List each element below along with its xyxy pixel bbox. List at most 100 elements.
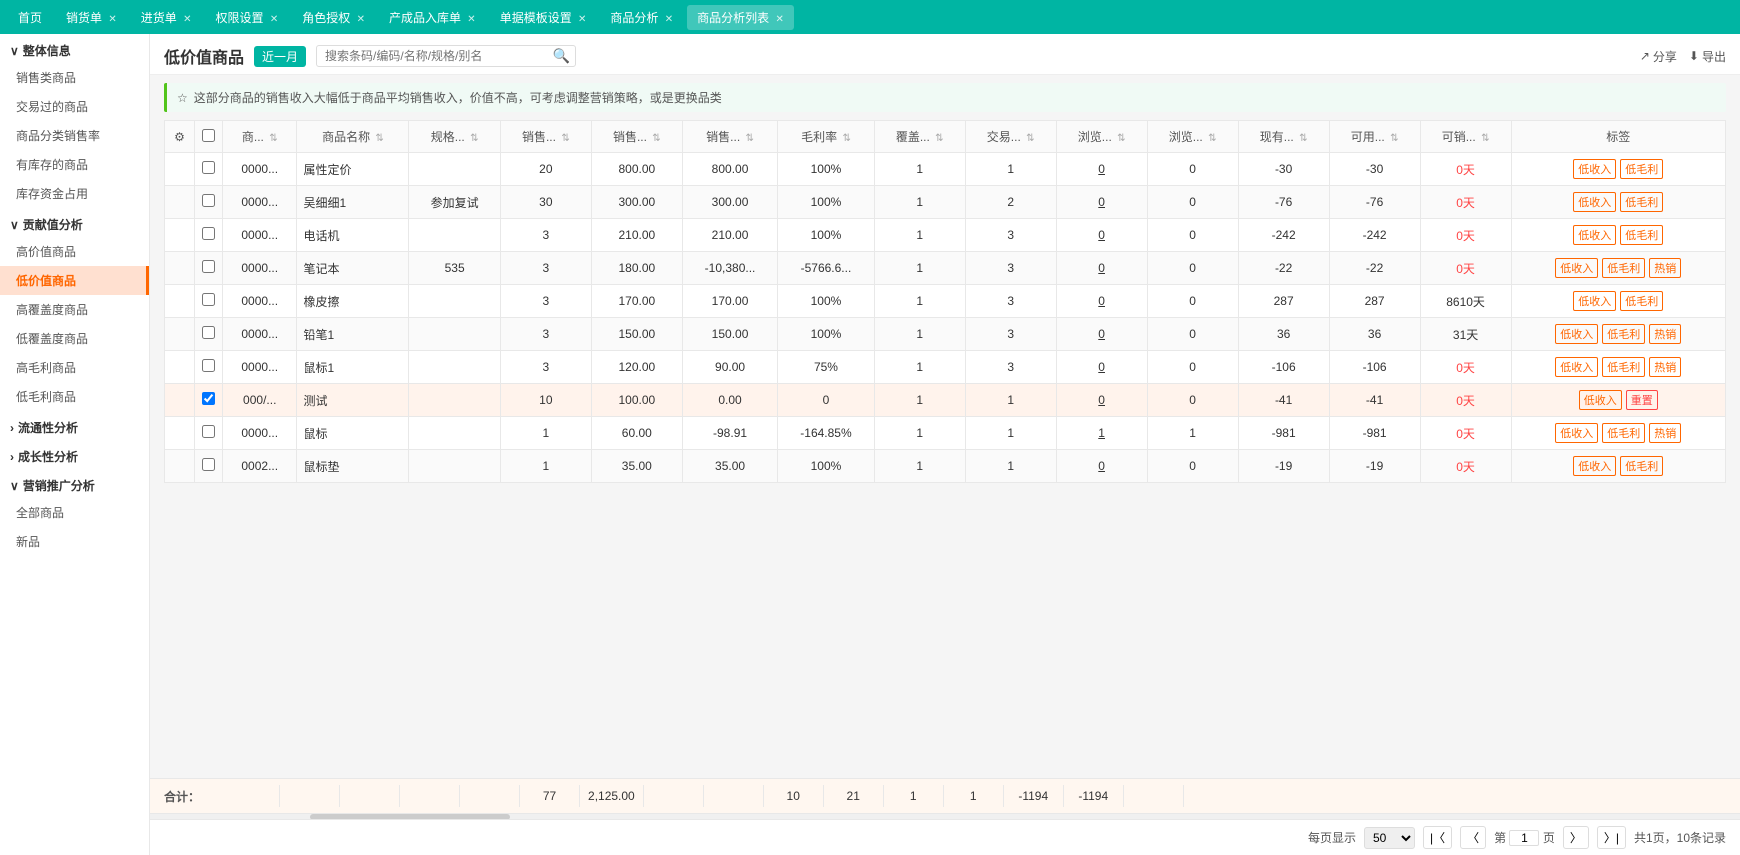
cell-browse1[interactable]: 0: [1056, 285, 1147, 318]
nav-item-sales[interactable]: 销货单 ✕: [56, 5, 127, 30]
row-checkbox[interactable]: [202, 425, 215, 438]
nav-close-template[interactable]: ✕: [578, 14, 586, 25]
row-checkbox[interactable]: [202, 326, 215, 339]
col-browse1[interactable]: 浏览... ⇅: [1056, 121, 1147, 153]
col-settings[interactable]: ⚙: [165, 121, 195, 153]
nav-item-goods-analysis[interactable]: 商品分析 ✕: [600, 5, 683, 30]
col-saleable[interactable]: 可销... ⇅: [1420, 121, 1511, 153]
export-button[interactable]: ⬇ 导出: [1689, 48, 1726, 65]
cell-browse1[interactable]: 0: [1056, 351, 1147, 384]
nav-item-purchase[interactable]: 进货单 ✕: [131, 5, 202, 30]
cell-browse1[interactable]: 0: [1056, 450, 1147, 483]
nav-close-purchase[interactable]: ✕: [183, 14, 191, 25]
sidebar-group-contribution[interactable]: ∨ 贡献值分析: [0, 208, 149, 237]
cell-sales-cost: 210.00: [682, 219, 777, 252]
nav-close-product-entry[interactable]: ✕: [467, 14, 475, 25]
tag: 低毛利: [1602, 423, 1645, 443]
row-checkbox[interactable]: [202, 194, 215, 207]
search-input[interactable]: [316, 45, 576, 67]
col-sales1[interactable]: 销售... ⇅: [500, 121, 591, 153]
nav-close-role-auth[interactable]: ✕: [357, 14, 365, 25]
first-page-btn[interactable]: |〈: [1423, 826, 1452, 849]
cell-browse1[interactable]: 1: [1056, 417, 1147, 450]
sidebar-item-high-coverage[interactable]: 高覆盖度商品: [0, 295, 149, 324]
sidebar-group-growth[interactable]: › 成长性分析: [0, 440, 149, 469]
nav-item-role-auth[interactable]: 角色授权 ✕: [292, 5, 375, 30]
nav-item-home[interactable]: 首页: [8, 5, 52, 30]
nav-item-goods-list[interactable]: 商品分析列表 ✕: [687, 5, 794, 30]
col-available[interactable]: 可用... ⇅: [1329, 121, 1420, 153]
sidebar-item-category-sales-rate[interactable]: 商品分类销售率: [0, 121, 149, 150]
sidebar-item-low-coverage[interactable]: 低覆盖度商品: [0, 324, 149, 353]
col-margin[interactable]: 毛利率 ⇅: [778, 121, 874, 153]
col-tags[interactable]: 标签: [1511, 121, 1725, 153]
sidebar-item-traded-goods[interactable]: 交易过的商品: [0, 92, 149, 121]
sidebar-item-all-goods[interactable]: 全部商品: [0, 498, 149, 527]
row-checkbox[interactable]: [202, 359, 215, 372]
col-transaction[interactable]: 交易... ⇅: [965, 121, 1056, 153]
sidebar-item-stock-goods[interactable]: 有库存的商品: [0, 150, 149, 179]
cell-checkbox[interactable]: [195, 417, 223, 450]
cell-browse1[interactable]: 0: [1056, 153, 1147, 186]
sidebar-item-sales-goods[interactable]: 销售类商品: [0, 63, 149, 92]
nav-close-permissions[interactable]: ✕: [270, 14, 278, 25]
next-page-btn[interactable]: 〉: [1563, 826, 1589, 849]
col-browse2[interactable]: 浏览... ⇅: [1147, 121, 1238, 153]
col-coverage[interactable]: 覆盖... ⇅: [874, 121, 965, 153]
sidebar-group-circulation[interactable]: › 流通性分析: [0, 411, 149, 440]
sidebar-group-marketing[interactable]: ∨ 营销推广分析: [0, 469, 149, 498]
nav-item-product-entry[interactable]: 产成品入库单 ✕: [379, 5, 486, 30]
period-button[interactable]: 近一月: [254, 46, 306, 67]
sidebar-item-high-margin[interactable]: 高毛利商品: [0, 353, 149, 382]
footer-spacer1: [220, 785, 280, 807]
cell-browse1[interactable]: 0: [1056, 186, 1147, 219]
cell-checkbox[interactable]: [195, 285, 223, 318]
row-checkbox[interactable]: [202, 161, 215, 174]
cell-browse1[interactable]: 0: [1056, 384, 1147, 417]
cell-browse1[interactable]: 0: [1056, 219, 1147, 252]
select-all-checkbox[interactable]: [202, 129, 215, 142]
nav-item-template[interactable]: 单据模板设置 ✕: [490, 5, 597, 30]
prev-page-btn[interactable]: 〈: [1460, 826, 1486, 849]
cell-checkbox[interactable]: [195, 186, 223, 219]
row-checkbox[interactable]: [202, 293, 215, 306]
nav-item-permissions[interactable]: 权限设置 ✕: [205, 5, 288, 30]
cell-qty: 3: [500, 351, 591, 384]
cell-code: 0000...: [223, 219, 297, 252]
cell-checkbox[interactable]: [195, 219, 223, 252]
table-container[interactable]: ⚙ 商... ⇅ 商品名称 ⇅ 规格... ⇅ 销售... ⇅ 销售... ⇅ …: [150, 120, 1740, 778]
sidebar-item-low-value[interactable]: 低价值商品: [0, 266, 149, 295]
page-number-input[interactable]: [1509, 830, 1539, 846]
col-sales3[interactable]: 销售... ⇅: [682, 121, 777, 153]
cell-checkbox[interactable]: [195, 153, 223, 186]
col-stock[interactable]: 现有... ⇅: [1238, 121, 1329, 153]
col-sales2[interactable]: 销售... ⇅: [591, 121, 682, 153]
col-checkbox[interactable]: [195, 121, 223, 153]
sidebar-item-stock-capital[interactable]: 库存资金占用: [0, 179, 149, 208]
sidebar-item-new-goods[interactable]: 新品: [0, 527, 149, 556]
cell-browse1[interactable]: 0: [1056, 252, 1147, 285]
row-checkbox[interactable]: [202, 227, 215, 240]
col-name[interactable]: 商品名称 ⇅: [297, 121, 409, 153]
nav-close-goods-analysis[interactable]: ✕: [665, 14, 673, 25]
col-spec[interactable]: 规格... ⇅: [409, 121, 500, 153]
cell-checkbox[interactable]: [195, 384, 223, 417]
cell-checkbox[interactable]: [195, 318, 223, 351]
cell-checkbox[interactable]: [195, 252, 223, 285]
cell-browse1[interactable]: 0: [1056, 318, 1147, 351]
sidebar-item-low-margin[interactable]: 低毛利商品: [0, 382, 149, 411]
last-page-btn[interactable]: 〉|: [1597, 826, 1626, 849]
nav-close-sales[interactable]: ✕: [108, 14, 116, 25]
sidebar-item-high-value[interactable]: 高价值商品: [0, 237, 149, 266]
nav-close-goods-list[interactable]: ✕: [776, 14, 784, 25]
col-code[interactable]: 商... ⇅: [223, 121, 297, 153]
search-icon[interactable]: 🔍: [553, 48, 570, 65]
cell-checkbox[interactable]: [195, 450, 223, 483]
share-button[interactable]: ↗ 分享: [1640, 48, 1677, 65]
sidebar-group-overview[interactable]: ∨ 整体信息: [0, 34, 149, 63]
row-checkbox[interactable]: [202, 458, 215, 471]
row-checkbox[interactable]: [202, 260, 215, 273]
row-checkbox[interactable]: [202, 392, 215, 405]
cell-checkbox[interactable]: [195, 351, 223, 384]
page-size-select[interactable]: 50 100 200: [1364, 827, 1415, 849]
